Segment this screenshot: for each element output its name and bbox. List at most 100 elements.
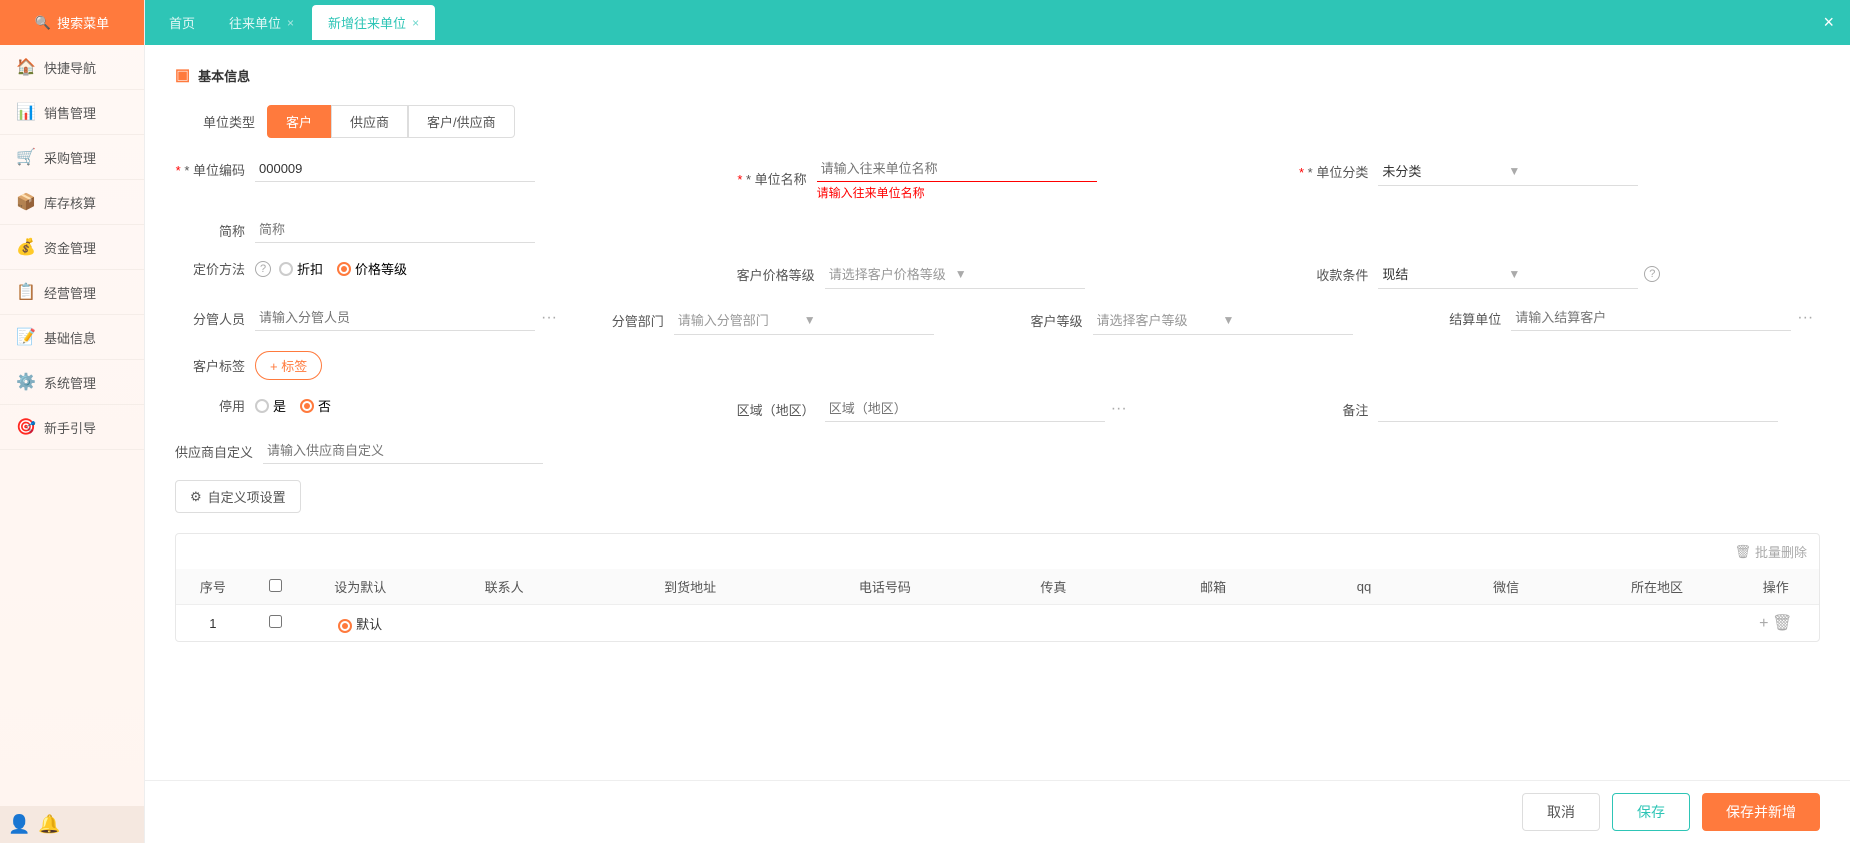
phone-input[interactable] [840, 616, 930, 631]
save-button[interactable]: 保存 [1612, 793, 1690, 831]
row-email[interactable] [1129, 605, 1297, 642]
table-header: 序号 设为默认 联系人 到货地址 电话号码 传真 邮箱 qq 微信 所在地区 操… [176, 569, 1819, 605]
sidebar-item-operations[interactable]: 📋 经营管理 [0, 270, 144, 315]
field-code: * 单位编码 [175, 156, 697, 182]
disable-radio-yes[interactable]: 是 [255, 396, 286, 415]
system-icon: ⚙️ [16, 372, 36, 392]
settlement-more-button[interactable]: ··· [1791, 309, 1819, 327]
sidebar-item-basic[interactable]: 📝 基础信息 [0, 315, 144, 360]
sidebar-item-quick-nav[interactable]: 🏠 快捷导航 [0, 45, 144, 90]
unit-type-both-button[interactable]: 客户/供应商 [408, 105, 515, 138]
manager-more-button[interactable]: ··· [535, 309, 563, 327]
tab-new-unit-close[interactable]: × [412, 16, 419, 30]
settlement-input[interactable] [1511, 305, 1791, 331]
unit-type-supplier-button[interactable]: 供应商 [331, 105, 408, 138]
cancel-button[interactable]: 取消 [1522, 793, 1600, 831]
tabs-close-all-button[interactable]: × [1815, 8, 1842, 37]
sidebar-item-guide[interactable]: 🎯 新手引导 [0, 405, 144, 450]
unit-type-label: 单位类型 [175, 112, 255, 131]
region-more-button[interactable]: ··· [1105, 400, 1133, 418]
region-input[interactable] [825, 396, 1105, 422]
sidebar-item-inventory[interactable]: 📦 库存核算 [0, 180, 144, 225]
radio-circle-level [337, 262, 351, 276]
customize-settings-button[interactable]: ⚙ 自定义项设置 [175, 480, 301, 513]
pricing-label: 定价方法 [175, 259, 255, 278]
tab-units[interactable]: 往来单位 × [213, 5, 310, 40]
name-input[interactable] [817, 156, 1097, 182]
payment-help-icon[interactable]: ? [1644, 266, 1660, 282]
wechat-input[interactable] [1471, 616, 1541, 631]
chevron-down-icon4: ▼ [804, 313, 930, 327]
code-input[interactable] [255, 156, 535, 182]
sidebar-item-system[interactable]: ⚙️ 系统管理 [0, 360, 144, 405]
supplier-custom-label: 供应商自定义 [175, 442, 263, 461]
customer-level-select[interactable]: 请选择客户等级 ▼ [1093, 305, 1353, 335]
save-and-new-button[interactable]: 保存并新增 [1702, 793, 1820, 831]
payment-select[interactable]: 现结 ▼ [1378, 259, 1638, 289]
dept-select[interactable]: 请输入分管部门 ▼ [674, 305, 934, 335]
pricing-radio-level[interactable]: 价格等级 [337, 259, 407, 278]
row-qq[interactable] [1297, 605, 1430, 642]
supplier-custom-input[interactable] [263, 438, 543, 464]
batch-delete-button[interactable]: 🗑 批量删除 [1734, 542, 1807, 561]
row-checkbox [250, 605, 301, 642]
manager-input[interactable] [255, 305, 535, 331]
radio-circle-discount [279, 262, 293, 276]
disable-radio-no[interactable]: 否 [300, 396, 331, 415]
form-row-supplier-custom: 供应商自定义 [175, 438, 1820, 464]
address-input[interactable] [640, 616, 740, 631]
row-add-button[interactable]: + [1759, 615, 1768, 633]
location-input[interactable] [1622, 616, 1692, 631]
batch-delete-label: 批量删除 [1755, 542, 1807, 561]
row-wechat[interactable] [1431, 605, 1582, 642]
sidebar-item-sales[interactable]: 📊 销售管理 [0, 90, 144, 135]
field-remark: 备注 [1298, 396, 1820, 422]
email-input[interactable] [1173, 616, 1253, 631]
sidebar-item-purchase[interactable]: 🛒 采购管理 [0, 135, 144, 180]
form-area: ▣ 基本信息 单位类型 客户 供应商 客户/供应商 * 单位编码 * 单位名称 … [145, 45, 1850, 780]
field-payment: 收款条件 现结 ▼ ? [1298, 259, 1820, 289]
dept-placeholder: 请输入分管部门 [678, 310, 804, 329]
tab-new-unit[interactable]: 新增往来单位 × [312, 5, 435, 40]
chevron-down-icon3: ▼ [1508, 267, 1634, 281]
category-select[interactable]: 未分类 ▼ [1378, 156, 1638, 186]
code-label: * 单位编码 [175, 160, 255, 179]
section-title: ▣ 基本信息 [175, 65, 1820, 85]
select-all-checkbox[interactable] [269, 579, 282, 592]
tab-units-label: 往来单位 [229, 13, 281, 32]
chevron-down-icon2: ▼ [955, 267, 1081, 281]
main-content: 首页 往来单位 × 新增往来单位 × × ▣ 基本信息 单位类型 客户 供应商 … [145, 0, 1850, 843]
contacts-table: 序号 设为默认 联系人 到货地址 电话号码 传真 邮箱 qq 微信 所在地区 操… [176, 569, 1819, 641]
sidebar-item-label: 经营管理 [44, 283, 96, 302]
row-contact[interactable] [420, 605, 588, 642]
qq-input[interactable] [1334, 616, 1394, 631]
tab-units-close[interactable]: × [287, 16, 294, 30]
shortname-input[interactable] [255, 217, 535, 243]
row-address[interactable] [588, 605, 792, 642]
search-menu-button[interactable]: 🔍 搜索菜单 [35, 13, 109, 32]
pricing-help-icon[interactable]: ? [255, 261, 271, 277]
customer-price-select[interactable]: 请选择客户价格等级 ▼ [825, 259, 1085, 289]
pricing-radio-discount[interactable]: 折扣 [279, 259, 323, 278]
row-phone[interactable] [792, 605, 978, 642]
radio-circle-yes [255, 399, 269, 413]
row-select-checkbox[interactable] [269, 615, 282, 628]
sidebar-item-finance[interactable]: 💰 资金管理 [0, 225, 144, 270]
add-tag-button[interactable]: + 标签 [255, 351, 322, 380]
remark-input[interactable] [1378, 396, 1778, 422]
row-delete-button[interactable]: 🗑 [1772, 613, 1792, 633]
basic-icon: 📝 [16, 327, 36, 347]
row-location[interactable] [1582, 605, 1733, 642]
disable-radio-group: 是 否 [255, 396, 331, 415]
row-fax[interactable] [978, 605, 1129, 642]
contact-input[interactable] [464, 616, 544, 631]
category-value: 未分类 [1382, 161, 1508, 180]
unit-type-customer-button[interactable]: 客户 [267, 105, 331, 138]
tab-home[interactable]: 首页 [153, 5, 211, 40]
col-action: 操作 [1732, 569, 1819, 605]
fax-input[interactable] [1018, 616, 1088, 631]
field-disable: 停用 是 否 [175, 396, 697, 415]
col-index: 序号 [176, 569, 250, 605]
default-radio[interactable] [338, 619, 352, 633]
col-default: 设为默认 [301, 569, 420, 605]
